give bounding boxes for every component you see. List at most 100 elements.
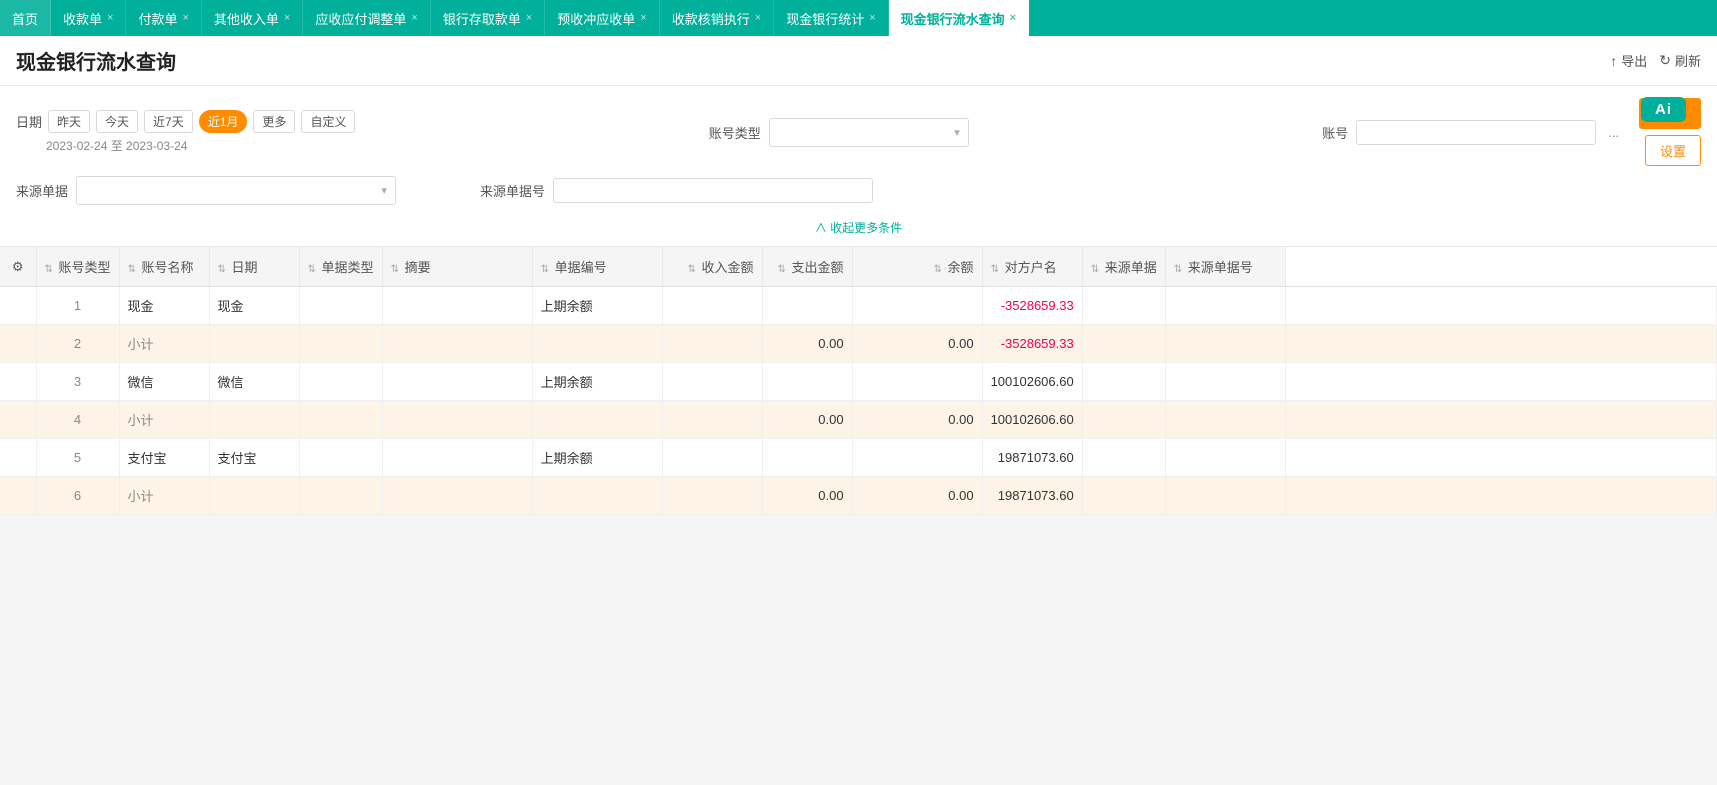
refresh-label: 刷新 bbox=[1675, 51, 1701, 70]
table-row[interactable]: 3 微信 微信 上期余额 100102606.60 bbox=[0, 363, 1717, 401]
td-balance: 19871073.60 bbox=[982, 477, 1082, 515]
source-doc-no-input[interactable] bbox=[553, 178, 873, 203]
page-title: 现金银行流水查询 bbox=[16, 46, 176, 75]
nav-item-receipt[interactable]: 收款单 × bbox=[51, 0, 126, 36]
td-counterparty bbox=[1082, 325, 1165, 363]
th-balance[interactable]: ⇅ 余额 bbox=[852, 247, 982, 287]
source-doc-select[interactable]: ▾ bbox=[76, 176, 396, 205]
nav-item-prepay-offset[interactable]: 预收冲应收单 × bbox=[545, 0, 659, 36]
acct-no-label: 账号 bbox=[1322, 123, 1348, 142]
th-expense[interactable]: ⇅ 支出金额 bbox=[762, 247, 852, 287]
td-balance: -3528659.33 bbox=[982, 287, 1082, 325]
date-btn-today[interactable]: 今天 bbox=[96, 110, 138, 133]
td-income bbox=[762, 439, 852, 477]
nav-close-icon[interactable]: × bbox=[1010, 12, 1016, 24]
acct-no-input[interactable] bbox=[1356, 120, 1596, 145]
nav-item-home[interactable]: 首页 bbox=[0, 0, 51, 36]
td-gear bbox=[0, 477, 36, 515]
settings-button[interactable]: 设置 bbox=[1645, 135, 1701, 166]
td-income bbox=[762, 287, 852, 325]
td-doc-no bbox=[662, 287, 762, 325]
nav-close-icon[interactable]: × bbox=[107, 12, 113, 24]
td-doc-type bbox=[382, 363, 532, 401]
acct-type-select[interactable]: ▾ bbox=[769, 118, 969, 147]
table-row[interactable]: 4 小计 0.00 0.00 100102606.60 bbox=[0, 401, 1717, 439]
source-doc-no-label: 来源单据号 bbox=[480, 181, 545, 200]
nav-close-icon[interactable]: × bbox=[640, 12, 646, 24]
nav-item-payment[interactable]: 付款单 × bbox=[126, 0, 201, 36]
source-doc-label: 来源单据 bbox=[16, 181, 68, 200]
th-counterparty[interactable]: ⇅ 对方户名 bbox=[982, 247, 1082, 287]
th-src-doc-no[interactable]: ⇅ 来源单据号 bbox=[1165, 247, 1285, 287]
td-acct-type: 微信 bbox=[119, 363, 209, 401]
date-btn-custom[interactable]: 自定义 bbox=[301, 110, 355, 133]
th-acct-type[interactable]: ⇅ 账号类型 bbox=[36, 247, 119, 287]
sort-icon: ⇅ bbox=[391, 264, 399, 275]
sort-icon: ⇅ bbox=[218, 264, 226, 275]
sort-icon: ⇅ bbox=[991, 264, 999, 275]
table-row[interactable]: 5 支付宝 支付宝 上期余额 19871073.60 bbox=[0, 439, 1717, 477]
table-container: ⚙ ⇅ 账号类型 ⇅ 账号名称 ⇅ 日期 ⇅ 单据类型 bbox=[0, 247, 1717, 515]
nav-close-icon[interactable]: × bbox=[284, 12, 290, 24]
th-gear[interactable]: ⚙ bbox=[0, 247, 36, 287]
nav-close-icon[interactable]: × bbox=[869, 12, 875, 24]
td-doc-no bbox=[662, 401, 762, 439]
date-btn-more[interactable]: 更多 bbox=[253, 110, 295, 133]
refresh-button[interactable]: ↻ 刷新 bbox=[1659, 51, 1701, 70]
nav-close-icon[interactable]: × bbox=[526, 12, 532, 24]
td-gear bbox=[0, 439, 36, 477]
table-row[interactable]: 2 小计 0.00 0.00 -3528659.33 bbox=[0, 325, 1717, 363]
date-btn-1month[interactable]: 近1月 bbox=[199, 110, 248, 133]
more-options-btn[interactable]: ... bbox=[1600, 125, 1627, 140]
sort-icon: ⇅ bbox=[934, 264, 942, 275]
export-button[interactable]: ↑ 导出 bbox=[1610, 51, 1647, 70]
td-balance: 19871073.60 bbox=[982, 439, 1082, 477]
sort-icon: ⇅ bbox=[1174, 264, 1182, 275]
td-row-idx: 4 bbox=[36, 401, 119, 439]
td-src-doc bbox=[1165, 325, 1285, 363]
nav-item-cash-bank-flow[interactable]: 现金银行流水查询 × bbox=[889, 0, 1029, 36]
td-date bbox=[299, 439, 382, 477]
th-doc-type[interactable]: ⇅ 单据类型 bbox=[299, 247, 382, 287]
date-btn-yesterday[interactable]: 昨天 bbox=[48, 110, 90, 133]
td-row-idx: 5 bbox=[36, 439, 119, 477]
td-acct-type: 小计 bbox=[119, 477, 209, 515]
td-doc-no bbox=[662, 363, 762, 401]
nav-label: 应收应付调整单 bbox=[315, 9, 406, 28]
refresh-icon: ↻ bbox=[1659, 52, 1671, 69]
collapse-bar[interactable]: ∧ 收起更多条件 bbox=[16, 215, 1701, 238]
th-summary[interactable]: ⇅ 摘要 bbox=[382, 247, 532, 287]
td-acct-type: 支付宝 bbox=[119, 439, 209, 477]
sort-icon: ⇅ bbox=[541, 264, 549, 275]
td-doc-type bbox=[382, 287, 532, 325]
nav-close-icon[interactable]: × bbox=[755, 12, 761, 24]
th-income[interactable]: ⇅ 收入金额 bbox=[662, 247, 762, 287]
nav-item-other-income[interactable]: 其他收入单 × bbox=[202, 0, 303, 36]
nav-item-ar-ap-adjust[interactable]: 应收应付调整单 × bbox=[303, 0, 430, 36]
td-expense bbox=[852, 363, 982, 401]
nav-item-bank-deposit[interactable]: 银行存取款单 × bbox=[431, 0, 545, 36]
nav-item-collection-exec[interactable]: 收款核销执行 × bbox=[660, 0, 774, 36]
export-icon: ↑ bbox=[1610, 53, 1617, 69]
date-btn-7days[interactable]: 近7天 bbox=[144, 110, 193, 133]
td-row-idx: 1 bbox=[36, 287, 119, 325]
th-src-doc[interactable]: ⇅ 来源单据 bbox=[1082, 247, 1165, 287]
td-doc-type bbox=[382, 477, 532, 515]
td-expense bbox=[852, 287, 982, 325]
header-actions: ↑ 导出 ↻ 刷新 bbox=[1610, 51, 1701, 70]
td-expense bbox=[852, 439, 982, 477]
nav-item-cash-bank-stats[interactable]: 现金银行统计 × bbox=[774, 0, 888, 36]
nav-close-icon[interactable]: × bbox=[411, 12, 417, 24]
th-doc-no[interactable]: ⇅ 单据编号 bbox=[532, 247, 662, 287]
th-acct-name[interactable]: ⇅ 账号名称 bbox=[119, 247, 209, 287]
td-acct-type: 现金 bbox=[119, 287, 209, 325]
th-label: 摘要 bbox=[405, 260, 431, 275]
nav-label: 付款单 bbox=[138, 9, 177, 28]
td-summary: 上期余额 bbox=[532, 363, 662, 401]
nav-label: 现金银行流水查询 bbox=[901, 9, 1005, 28]
nav-close-icon[interactable]: × bbox=[182, 12, 188, 24]
th-date[interactable]: ⇅ 日期 bbox=[209, 247, 299, 287]
table-row[interactable]: 1 现金 现金 上期余额 -3528659.33 bbox=[0, 287, 1717, 325]
table-row[interactable]: 6 小计 0.00 0.00 19871073.60 bbox=[0, 477, 1717, 515]
nav-label: 收款单 bbox=[63, 9, 102, 28]
